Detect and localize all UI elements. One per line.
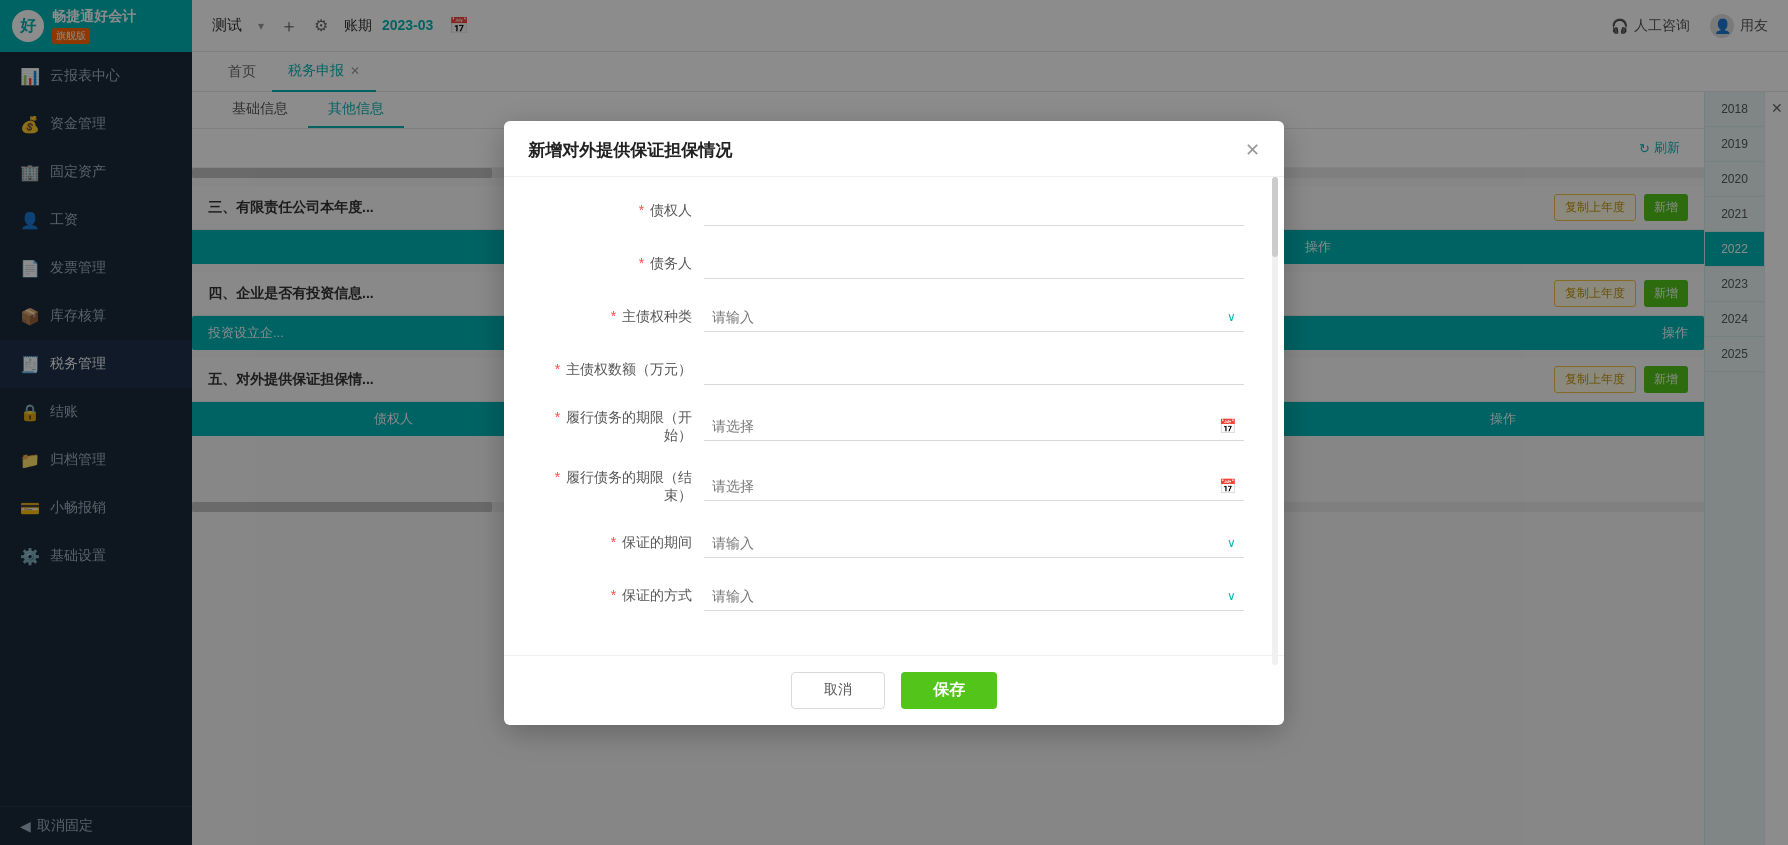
guarantee-method-label-text: 保证的方式: [622, 587, 692, 603]
select-guarantee-method[interactable]: [704, 582, 1227, 610]
period-end-label-text: 履行债务的期限（结束）: [566, 469, 692, 503]
label-guarantee-period: * 保证的期间: [544, 534, 704, 552]
label-debtor: * 债务人: [544, 255, 704, 273]
modal-dialog: 新增对外提供保证担保情况 ✕ * 债权人 * 债务人: [504, 121, 1284, 725]
creditor-label-text: 债权人: [650, 202, 692, 218]
chevron-down-icon-debt-type[interactable]: ∨: [1227, 310, 1244, 324]
debt-type-label-text: 主债权种类: [622, 308, 692, 324]
label-guarantee-method: * 保证的方式: [544, 587, 704, 605]
required-star-debt-amount: *: [555, 361, 560, 377]
date-period-end-wrap: 📅: [704, 472, 1244, 501]
input-debtor[interactable]: [704, 250, 1244, 279]
label-period-start: * 履行债务的期限（开始）: [544, 409, 704, 445]
guarantee-period-label-text: 保证的期间: [622, 534, 692, 550]
modal-footer: 取消 保存: [504, 655, 1284, 725]
modal-scrollbar-track: [1272, 177, 1278, 665]
required-star-guarantee-method: *: [611, 587, 616, 603]
debt-amount-label-text: 主债权数额（万元）: [566, 361, 692, 377]
calendar-icon-start[interactable]: 📅: [1219, 418, 1244, 434]
field-guarantee-period: * 保证的期间 ∨: [544, 529, 1244, 558]
save-button[interactable]: 保存: [901, 672, 997, 709]
modal-title: 新增对外提供保证担保情况: [528, 139, 732, 162]
date-period-start[interactable]: [704, 412, 1219, 440]
required-star-debt-type: *: [611, 308, 616, 324]
field-period-start: * 履行债务的期限（开始） 📅: [544, 409, 1244, 445]
debtor-label-text: 债务人: [650, 255, 692, 271]
select-guarantee-period-wrap: ∨: [704, 529, 1244, 558]
field-debt-amount: * 主债权数额（万元）: [544, 356, 1244, 385]
modal-header: 新增对外提供保证担保情况 ✕: [504, 121, 1284, 177]
label-debt-amount: * 主债权数额（万元）: [544, 361, 704, 379]
select-debt-type[interactable]: [704, 303, 1227, 331]
modal-overlay: 新增对外提供保证担保情况 ✕ * 债权人 * 债务人: [0, 0, 1788, 845]
field-guarantee-method: * 保证的方式 ∨: [544, 582, 1244, 611]
select-guarantee-period[interactable]: [704, 529, 1227, 557]
select-debt-type-wrap: ∨: [704, 303, 1244, 332]
input-debt-amount[interactable]: [704, 356, 1244, 385]
field-debt-type: * 主债权种类 ∨: [544, 303, 1244, 332]
date-period-start-wrap: 📅: [704, 412, 1244, 441]
required-star-creditor: *: [639, 202, 644, 218]
field-debtor: * 债务人: [544, 250, 1244, 279]
label-period-end: * 履行债务的期限（结束）: [544, 469, 704, 505]
calendar-icon-end[interactable]: 📅: [1219, 478, 1244, 494]
label-creditor: * 债权人: [544, 202, 704, 220]
label-debt-type: * 主债权种类: [544, 308, 704, 326]
required-star-guarantee-period: *: [611, 534, 616, 550]
modal-body: * 债权人 * 债务人 * 主债权种类: [504, 177, 1284, 655]
required-star-debtor: *: [639, 255, 644, 271]
select-guarantee-method-wrap: ∨: [704, 582, 1244, 611]
modal-scrollbar-thumb: [1272, 177, 1278, 257]
period-start-label-text: 履行债务的期限（开始）: [566, 409, 692, 443]
input-creditor[interactable]: [704, 197, 1244, 226]
cancel-button[interactable]: 取消: [791, 672, 885, 709]
required-star-period-start: *: [555, 409, 560, 425]
modal-close-button[interactable]: ✕: [1245, 139, 1260, 161]
field-period-end: * 履行债务的期限（结束） 📅: [544, 469, 1244, 505]
field-creditor: * 债权人: [544, 197, 1244, 226]
chevron-down-icon-guarantee-period[interactable]: ∨: [1227, 536, 1244, 550]
required-star-period-end: *: [555, 469, 560, 485]
chevron-down-icon-guarantee-method[interactable]: ∨: [1227, 589, 1244, 603]
date-period-end[interactable]: [704, 472, 1219, 500]
